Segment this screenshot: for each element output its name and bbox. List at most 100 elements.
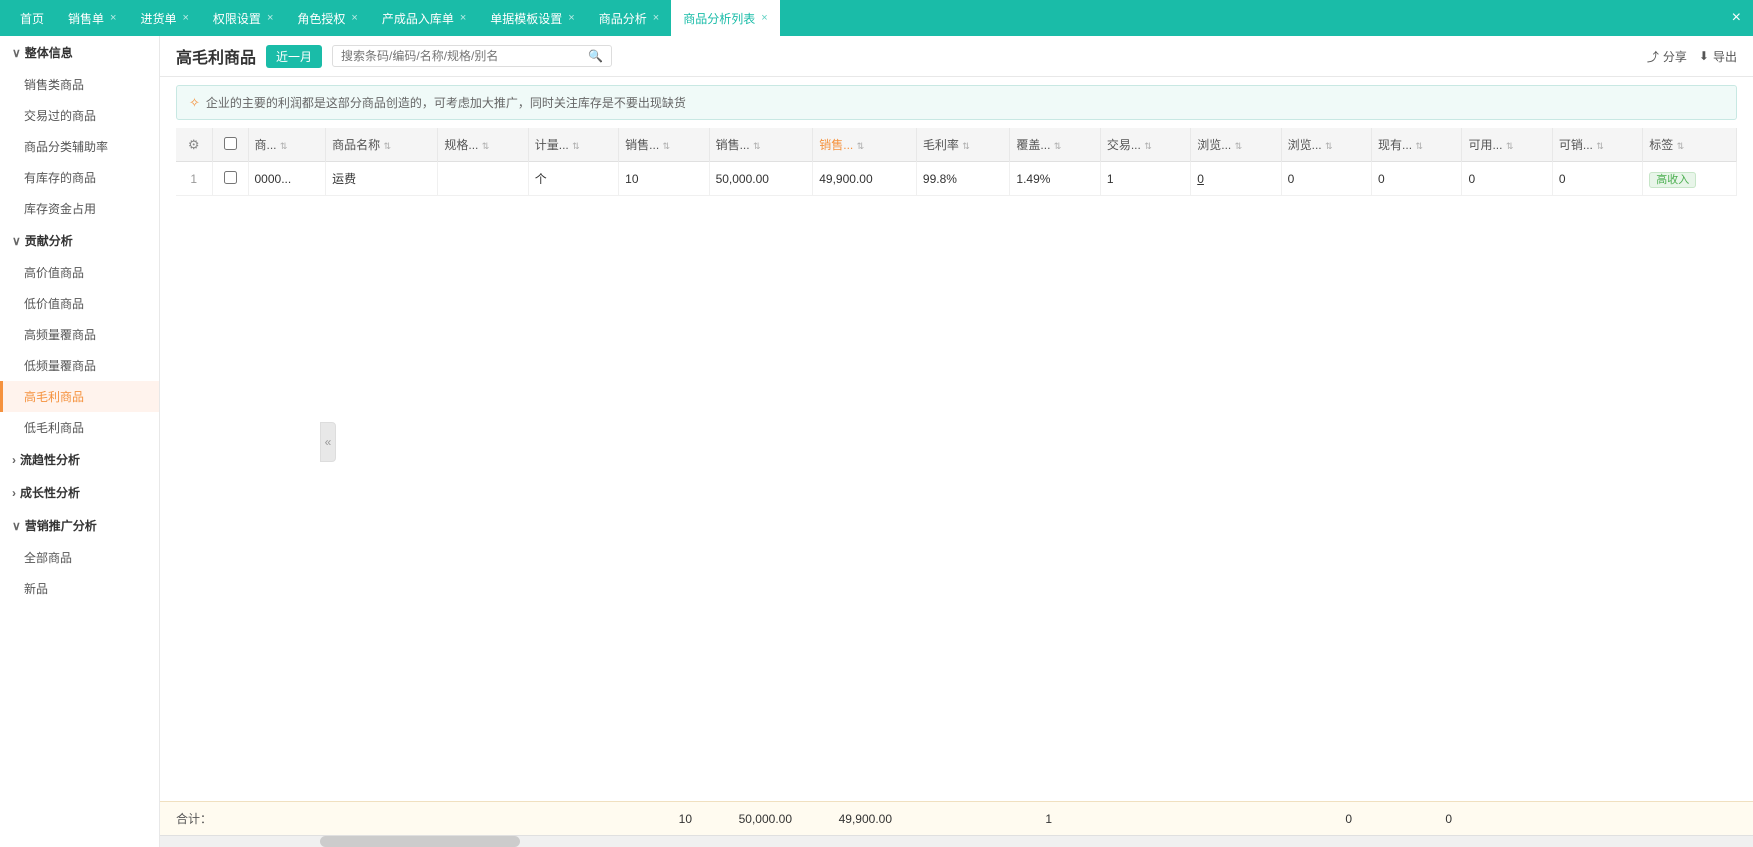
row-available: 0	[1462, 162, 1552, 196]
sidebar-item-stocked-products[interactable]: 有库存的商品	[0, 162, 159, 193]
nav-product-warehouse[interactable]: 产成品入库单 ×	[370, 0, 478, 36]
nav-role-auth[interactable]: 角色授权 ×	[285, 0, 369, 36]
sidebar-item-sales-products[interactable]: 销售类商品	[0, 69, 159, 100]
sidebar-group-overall[interactable]: ∨ 整体信息	[0, 36, 159, 69]
scrollbar-thumb[interactable]	[320, 836, 520, 847]
nav-sales-order[interactable]: 销售单 ×	[56, 0, 128, 36]
sidebar-item-all-products[interactable]: 全部商品	[0, 542, 159, 573]
sidebar-item-high-value[interactable]: 高价值商品	[0, 257, 159, 288]
close-order-template[interactable]: ×	[568, 12, 574, 24]
main-layout: ∨ 整体信息 销售类商品 交易过的商品 商品分类辅助率 有库存的商品 库存资金占…	[0, 36, 1753, 847]
row-select-checkbox[interactable]	[224, 171, 237, 184]
col-saleable[interactable]: 可销... ⇅	[1552, 128, 1642, 162]
close-product-analysis-list[interactable]: ×	[761, 12, 767, 24]
col-tag[interactable]: 标签 ⇅	[1643, 128, 1737, 162]
search-icon[interactable]: 🔍	[588, 49, 603, 63]
arrow-trend: ›	[12, 453, 16, 467]
arrow-overall: ∨	[12, 46, 21, 60]
sidebar-item-new-products[interactable]: 新品	[0, 573, 159, 604]
row-name: 运费	[326, 162, 438, 196]
table-container[interactable]: ⚙ 商... ⇅ 商品名称 ⇅	[160, 128, 1753, 801]
col-available[interactable]: 可用... ⇅	[1462, 128, 1552, 162]
row-sales-profit: 49,900.00	[813, 162, 917, 196]
footer-transaction: 1	[972, 812, 1052, 826]
col-transaction[interactable]: 交易... ⇅	[1100, 128, 1190, 162]
sidebar-group-treasure[interactable]: ∨ 贡献分析	[0, 224, 159, 257]
sidebar-item-product-analysis-assist[interactable]: 商品分类辅助率	[0, 131, 159, 162]
nav-order-template[interactable]: 单据模板设置 ×	[478, 0, 586, 36]
close-role-auth[interactable]: ×	[351, 12, 357, 24]
col-code[interactable]: 商... ⇅	[248, 128, 326, 162]
search-box[interactable]: 🔍	[332, 45, 612, 67]
row-index: 1	[176, 162, 212, 196]
export-icon: ⬇	[1699, 49, 1709, 63]
nav-product-analysis[interactable]: 商品分析 ×	[587, 0, 671, 36]
settings-icon[interactable]: ⚙	[188, 137, 200, 152]
sort-name-icon: ⇅	[383, 141, 391, 151]
sort-sales-profit-icon: ⇅	[857, 141, 865, 151]
sidebar-group-marketing[interactable]: ∨ 营销推广分析	[0, 509, 159, 542]
nav-permission-settings[interactable]: 权限设置 ×	[201, 0, 285, 36]
info-icon: ✧	[189, 95, 200, 111]
col-checkbox[interactable]	[212, 128, 248, 162]
col-sales-profit[interactable]: 销售... ⇅	[813, 128, 917, 162]
col-spec[interactable]: 规格... ⇅	[438, 128, 528, 162]
info-bar: ✧ 企业的主要的利润都是这部分商品创造的，可考虑加大推广，同时关注库存是不要出现…	[176, 85, 1737, 120]
col-sales-amount[interactable]: 销售... ⇅	[709, 128, 813, 162]
col-browse2[interactable]: 浏览... ⇅	[1281, 128, 1371, 162]
sort-current-icon: ⇅	[1415, 141, 1423, 151]
sidebar-item-low-value[interactable]: 低价值商品	[0, 288, 159, 319]
row-browse1[interactable]: 0	[1191, 162, 1281, 196]
sidebar-item-low-freq[interactable]: 低频量覆商品	[0, 350, 159, 381]
search-input[interactable]	[341, 49, 588, 63]
export-button[interactable]: ⬇ 导出	[1699, 48, 1737, 65]
col-current[interactable]: 现有... ⇅	[1372, 128, 1462, 162]
col-name[interactable]: 商品名称 ⇅	[326, 128, 438, 162]
col-settings[interactable]: ⚙	[176, 128, 212, 162]
arrow-marketing: ∨	[12, 519, 21, 533]
share-button[interactable]: ⤴ 分享	[1647, 48, 1687, 65]
page-title: 高毛利商品	[176, 44, 256, 68]
filter-period-button[interactable]: 近一月	[266, 45, 322, 68]
col-coverage[interactable]: 覆盖... ⇅	[1010, 128, 1100, 162]
row-transaction: 1	[1100, 162, 1190, 196]
sidebar-item-inventory-capital[interactable]: 库存资金占用	[0, 193, 159, 224]
close-purchase-order[interactable]: ×	[182, 12, 188, 24]
sidebar-item-high-margin[interactable]: 高毛利商品	[0, 381, 159, 412]
info-message: 企业的主要的利润都是这部分商品创造的，可考虑加大推广，同时关注库存是不要出现缺货	[206, 94, 686, 111]
row-checkbox[interactable]	[212, 162, 248, 196]
close-permission-settings[interactable]: ×	[267, 12, 273, 24]
row-code: 0000...	[248, 162, 326, 196]
sort-browse1-icon: ⇅	[1235, 141, 1243, 151]
nav-home[interactable]: 首页	[8, 0, 56, 36]
row-unit: 个	[528, 162, 618, 196]
select-all-checkbox[interactable]	[224, 137, 237, 150]
sort-transaction-icon: ⇅	[1144, 141, 1152, 151]
nav-product-analysis-list[interactable]: 商品分析列表 ×	[671, 0, 779, 36]
footer-saleable: 0	[1372, 812, 1452, 826]
sidebar-item-high-freq[interactable]: 高频量覆商品	[0, 319, 159, 350]
close-sales-order[interactable]: ×	[110, 12, 116, 24]
sidebar-collapse-button[interactable]: «	[320, 422, 336, 462]
sort-spec-icon: ⇅	[482, 141, 490, 151]
tag-badge: 高收入	[1649, 172, 1696, 188]
col-unit[interactable]: 计量... ⇅	[528, 128, 618, 162]
table-footer: 合计： 10 50,000.00 49,900.00 1 0 0	[160, 801, 1753, 835]
sort-browse2-icon: ⇅	[1325, 141, 1333, 151]
table-row: 1 0000... 运费 个 10 50,000.00 49,900.00 99…	[176, 162, 1737, 196]
col-sales-qty[interactable]: 销售... ⇅	[619, 128, 709, 162]
row-coverage: 1.49%	[1010, 162, 1100, 196]
close-window-button[interactable]: ×	[1732, 9, 1741, 27]
sidebar-group-trend[interactable]: › 流趋性分析	[0, 443, 159, 476]
col-browse1[interactable]: 浏览... ⇅	[1191, 128, 1281, 162]
nav-purchase-order[interactable]: 进货单 ×	[128, 0, 200, 36]
col-margin-rate[interactable]: 毛利率 ⇅	[916, 128, 1010, 162]
bottom-scrollbar[interactable]	[160, 835, 1753, 847]
sidebar-group-growth[interactable]: › 成长性分析	[0, 476, 159, 509]
sidebar-item-low-margin[interactable]: 低毛利商品	[0, 412, 159, 443]
sidebar-item-traded-products[interactable]: 交易过的商品	[0, 100, 159, 131]
sidebar: ∨ 整体信息 销售类商品 交易过的商品 商品分类辅助率 有库存的商品 库存资金占…	[0, 36, 160, 847]
close-product-warehouse[interactable]: ×	[460, 12, 466, 24]
close-product-analysis[interactable]: ×	[653, 12, 659, 24]
sort-tag-icon: ⇅	[1677, 141, 1685, 151]
